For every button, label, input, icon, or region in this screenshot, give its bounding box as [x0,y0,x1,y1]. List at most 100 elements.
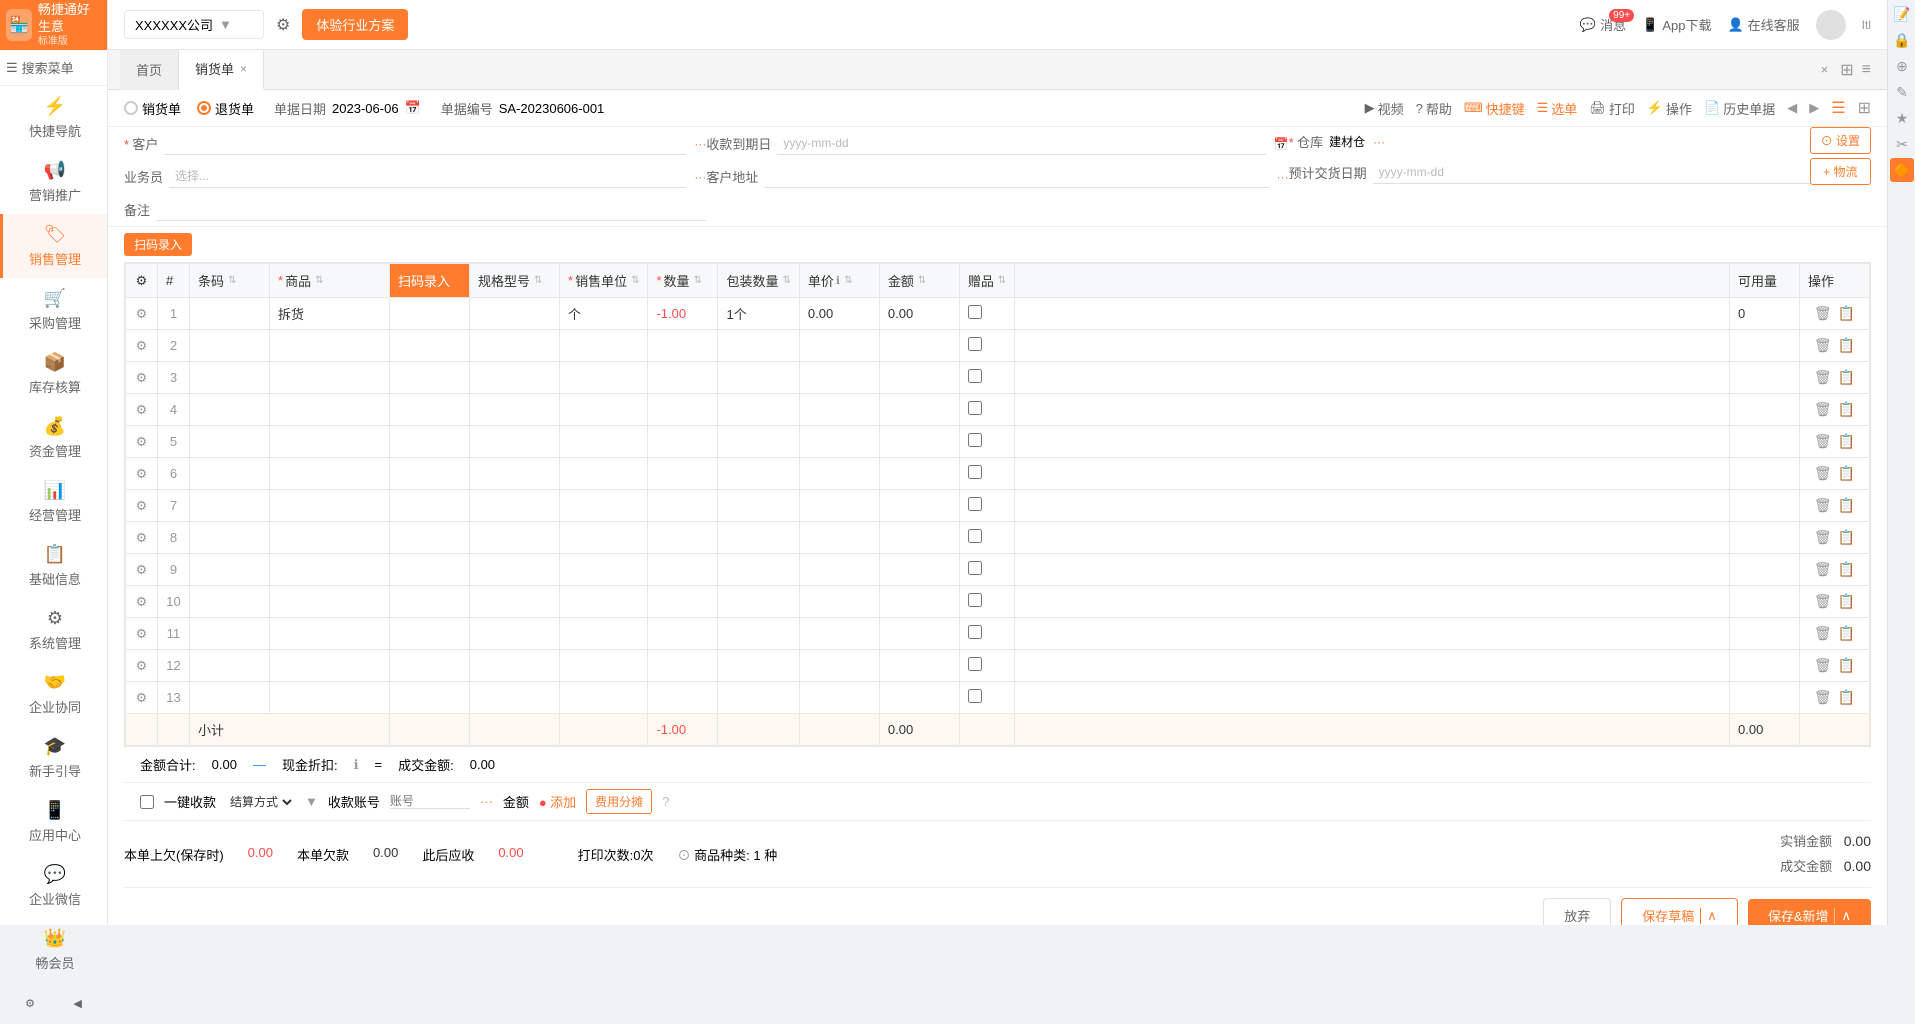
row-delete-btn[interactable]: 🗑 [1814,401,1832,418]
row-delete-btn[interactable]: 🗑 [1814,689,1832,706]
row-barcode[interactable] [190,298,270,330]
row-gear-cell[interactable]: ⚙ [126,618,158,650]
row-gift[interactable] [959,586,1014,618]
row-spec[interactable] [470,650,560,682]
print-action[interactable]: 🖨 打印 [1589,99,1635,118]
row-gift[interactable] [959,394,1014,426]
th-pack-qty[interactable]: 包装数量 ⇅ [718,264,799,298]
account-picker-btn[interactable]: ··· [480,794,493,809]
row-amount[interactable] [879,330,959,362]
row-gift[interactable] [959,426,1014,458]
th-barcode[interactable]: 条码 ⇅ [190,264,270,298]
th-scan[interactable]: 扫码录入 [390,264,470,298]
row-gear-cell[interactable]: ⚙ [126,394,158,426]
payment-due-input[interactable] [777,132,1265,155]
sidebar-search[interactable]: ☰ 搜索菜单 [0,50,107,86]
nav-next-icon[interactable]: ▶ [1809,100,1819,116]
row-unit[interactable] [560,522,648,554]
row-gift[interactable] [959,554,1014,586]
row-spec[interactable] [470,394,560,426]
th-settings[interactable]: ⚙ [126,264,158,298]
row-amount[interactable] [879,490,959,522]
row-spec[interactable] [470,330,560,362]
row-amount[interactable] [879,458,959,490]
row-copy-btn[interactable]: 📋 [1838,593,1855,610]
row-price[interactable] [799,650,879,682]
sidebar-item-marketing[interactable]: 📢 营销推广 [0,150,107,214]
shortcuts-action[interactable]: ⌨ 快捷键 [1464,99,1525,118]
row-delete-btn[interactable]: 🗑 [1814,305,1832,322]
row-spec[interactable] [470,586,560,618]
row-barcode[interactable] [190,330,270,362]
row-qty[interactable] [648,458,718,490]
row-unit[interactable] [560,618,648,650]
row-amount[interactable] [879,682,959,714]
row-amount[interactable]: 0.00 [879,298,959,330]
row-product[interactable] [270,586,390,618]
row-delete-btn[interactable]: 🗑 [1814,369,1832,386]
row-qty[interactable] [648,554,718,586]
row-gear-cell[interactable]: ⚙ [126,682,158,714]
tab-sales-order[interactable]: 销货单 × [179,50,264,90]
row-spec[interactable] [470,522,560,554]
row-product[interactable] [270,426,390,458]
save-new-button[interactable]: 保存&新增 ∧ [1748,899,1871,925]
logistics-button[interactable]: + 物流 [1810,158,1871,185]
radio-sale[interactable]: 销货单 [124,99,181,118]
delivery-date-input[interactable] [1373,161,1848,184]
one-click-payment-checkbox[interactable] [140,795,154,809]
sidebar-item-quick-nav[interactable]: ⚡ 快捷导航 [0,86,107,150]
row-product[interactable] [270,618,390,650]
sidebar-item-system[interactable]: ⚙ 系统管理 [0,598,107,662]
row-copy-btn[interactable]: 📋 [1838,689,1855,706]
row-product[interactable] [270,394,390,426]
row-delete-btn[interactable]: 🗑 [1814,337,1832,354]
row-pack-qty[interactable]: 1个 [718,298,799,330]
row-barcode[interactable] [190,618,270,650]
th-price[interactable]: 单价 ℹ ⇅ [799,264,879,298]
row-unit[interactable] [560,682,648,714]
sidebar-item-guide[interactable]: 🎓 新手引导 [0,726,107,790]
row-barcode[interactable] [190,554,270,586]
price-info-icon[interactable]: ℹ [836,274,840,287]
row-unit[interactable] [560,458,648,490]
view-mode-list-icon[interactable]: ☰ [1831,98,1845,118]
row-qty[interactable] [648,650,718,682]
row-barcode[interactable] [190,522,270,554]
tab-close-icon[interactable]: × [240,62,247,76]
sidebar-item-finance[interactable]: 💰 资金管理 [0,406,107,470]
right-panel-icon-2[interactable]: 🔒 [1890,28,1914,52]
row-copy-btn[interactable]: 📋 [1838,625,1855,642]
row-product[interactable]: 拆货 [270,298,390,330]
nav-prev-icon[interactable]: ◀ [1787,100,1797,116]
radio-sale-circle[interactable] [124,101,138,115]
row-barcode[interactable] [190,458,270,490]
row-barcode[interactable] [190,586,270,618]
scan-input-button[interactable]: 扫码录入 [124,233,192,256]
tab-close-all-btn[interactable]: × [1813,62,1837,77]
row-amount[interactable] [879,554,959,586]
right-panel-icon-6[interactable]: ✂ [1890,132,1914,156]
row-copy-btn[interactable]: 📋 [1838,497,1855,514]
row-copy-btn[interactable]: 📋 [1838,465,1855,482]
sidebar-item-appstore[interactable]: 📱 应用中心 [0,790,107,854]
row-price[interactable] [799,362,879,394]
save-new-dropdown-icon[interactable]: ∧ [1834,908,1851,924]
row-qty[interactable] [648,618,718,650]
tab-grid-view-btn[interactable]: ⊞ [1836,60,1857,80]
row-pack-qty[interactable] [718,394,799,426]
gear-settings-icon[interactable]: ⚙ [276,15,290,35]
row-unit[interactable] [560,650,648,682]
abandon-button[interactable]: 放弃 [1543,898,1611,925]
payment-calendar-btn[interactable]: 📅 [1274,137,1289,151]
th-gift[interactable]: 赠品 ⇅ [959,264,1014,298]
row-amount[interactable] [879,650,959,682]
row-pack-qty[interactable] [718,618,799,650]
row-amount[interactable] [879,426,959,458]
row-barcode[interactable] [190,426,270,458]
radio-return[interactable]: 退货单 [197,99,254,118]
row-qty[interactable] [648,490,718,522]
sidebar-item-purchase[interactable]: 🛒 采购管理 [0,278,107,342]
row-price[interactable] [799,426,879,458]
row-pack-qty[interactable] [718,458,799,490]
